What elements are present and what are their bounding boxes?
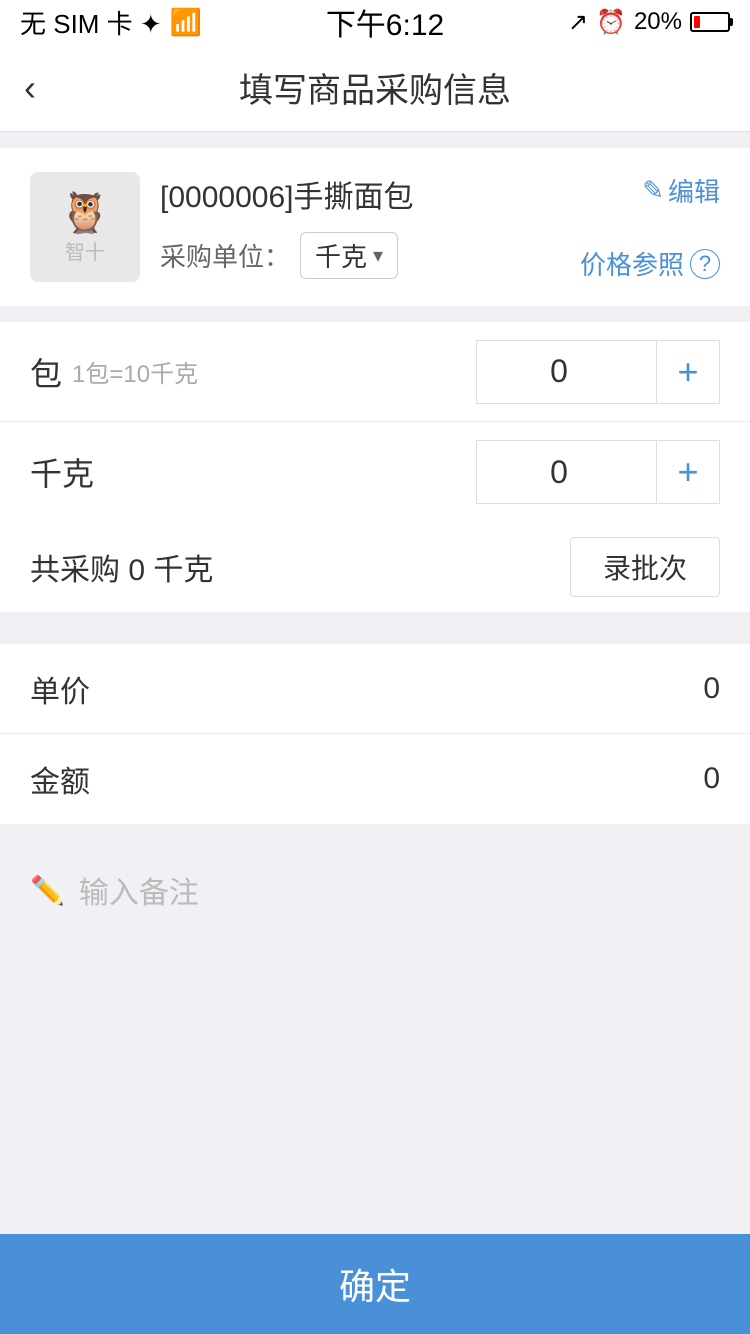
summary-row: 共采购 0 千克 录批次 [0,522,750,612]
notes-placeholder: 输入备注 [79,868,199,912]
summary-prefix: 共采购 [30,554,120,587]
location-icon: ↗ [568,8,588,37]
kg-label: 千克 [30,449,94,495]
summary-unit: 千克 [153,554,213,587]
kg-quantity-input[interactable] [476,440,656,504]
input-section: 包 1包=10千克 + 千克 + [0,322,750,522]
unit-dropdown[interactable]: 千克 ▾ [300,232,398,279]
price-section: 单价 0 金额 0 [0,644,750,824]
amount-label: 金额 [30,757,90,801]
summary-value: 0 [128,554,145,587]
battery-percent: 20% [634,8,682,36]
dropdown-arrow-icon: ▾ [373,243,383,268]
edit-icon: ✎ [642,175,664,206]
unit-price-value: 0 [703,672,720,706]
unit-price-row: 单价 0 [0,644,750,734]
wifi-icon: 📶 [170,7,202,38]
nav-bar: ‹ 填写商品采购信息 [0,44,750,132]
pack-sublabel: 1包=10千克 [72,354,476,389]
status-bar: 无 SIM 卡 ✦ 📶 下午6:12 ↗ ⏰ 20% [0,0,750,44]
amount-row: 金额 0 [0,734,750,824]
price-reference-button[interactable]: 价格参照 ? [580,245,720,282]
confirm-button[interactable]: 确定 [0,1234,750,1334]
notes-section[interactable]: ✏️ 输入备注 [0,840,750,940]
status-left: 无 SIM 卡 ✦ 📶 [20,4,202,41]
edit-label: 编辑 [668,172,720,209]
page-title: 填写商品采购信息 [239,63,511,112]
sim-status: 无 SIM 卡 ✦ [20,4,162,41]
status-right: ↗ ⏰ 20% [568,8,730,37]
batch-button[interactable]: 录批次 [570,537,720,597]
unit-price-label: 单价 [30,667,90,711]
kg-input-control: + [476,440,720,504]
kg-plus-button[interactable]: + [656,440,720,504]
alarm-icon: ⏰ [596,8,626,37]
status-time: 下午6:12 [326,0,444,44]
pencil-icon: ✏️ [30,874,65,907]
product-image-label: 智十 [65,236,105,265]
pack-plus-button[interactable]: + [656,340,720,404]
pack-label: 包 [30,349,62,395]
bottom-area [0,940,750,1260]
kg-input-row: 千克 + [0,422,750,522]
amount-value: 0 [703,762,720,796]
unit-value: 千克 [315,237,367,274]
pack-input-row: 包 1包=10千克 + [0,322,750,422]
unit-label: 采购单位： [160,237,290,274]
divider-2 [0,612,750,628]
price-ref-label: 价格参照 [580,245,684,282]
battery-indicator [690,12,730,32]
edit-button[interactable]: ✎ 编辑 [642,172,720,209]
product-card: 🦉 智十 [0000006]手撕面包 采购单位： 千克 ▾ ✎ 编辑 价格参照 … [0,148,750,306]
product-name: [0000006]手撕面包 [160,172,720,216]
summary-text: 共采购 0 千克 [30,545,213,589]
divider-1 [0,306,750,322]
product-image: 🦉 智十 [30,172,140,282]
help-icon: ? [690,249,720,279]
back-button[interactable]: ‹ [24,67,36,109]
pack-quantity-input[interactable] [476,340,656,404]
product-owl-icon: 🦉 [60,189,110,236]
pack-input-control: + [476,340,720,404]
